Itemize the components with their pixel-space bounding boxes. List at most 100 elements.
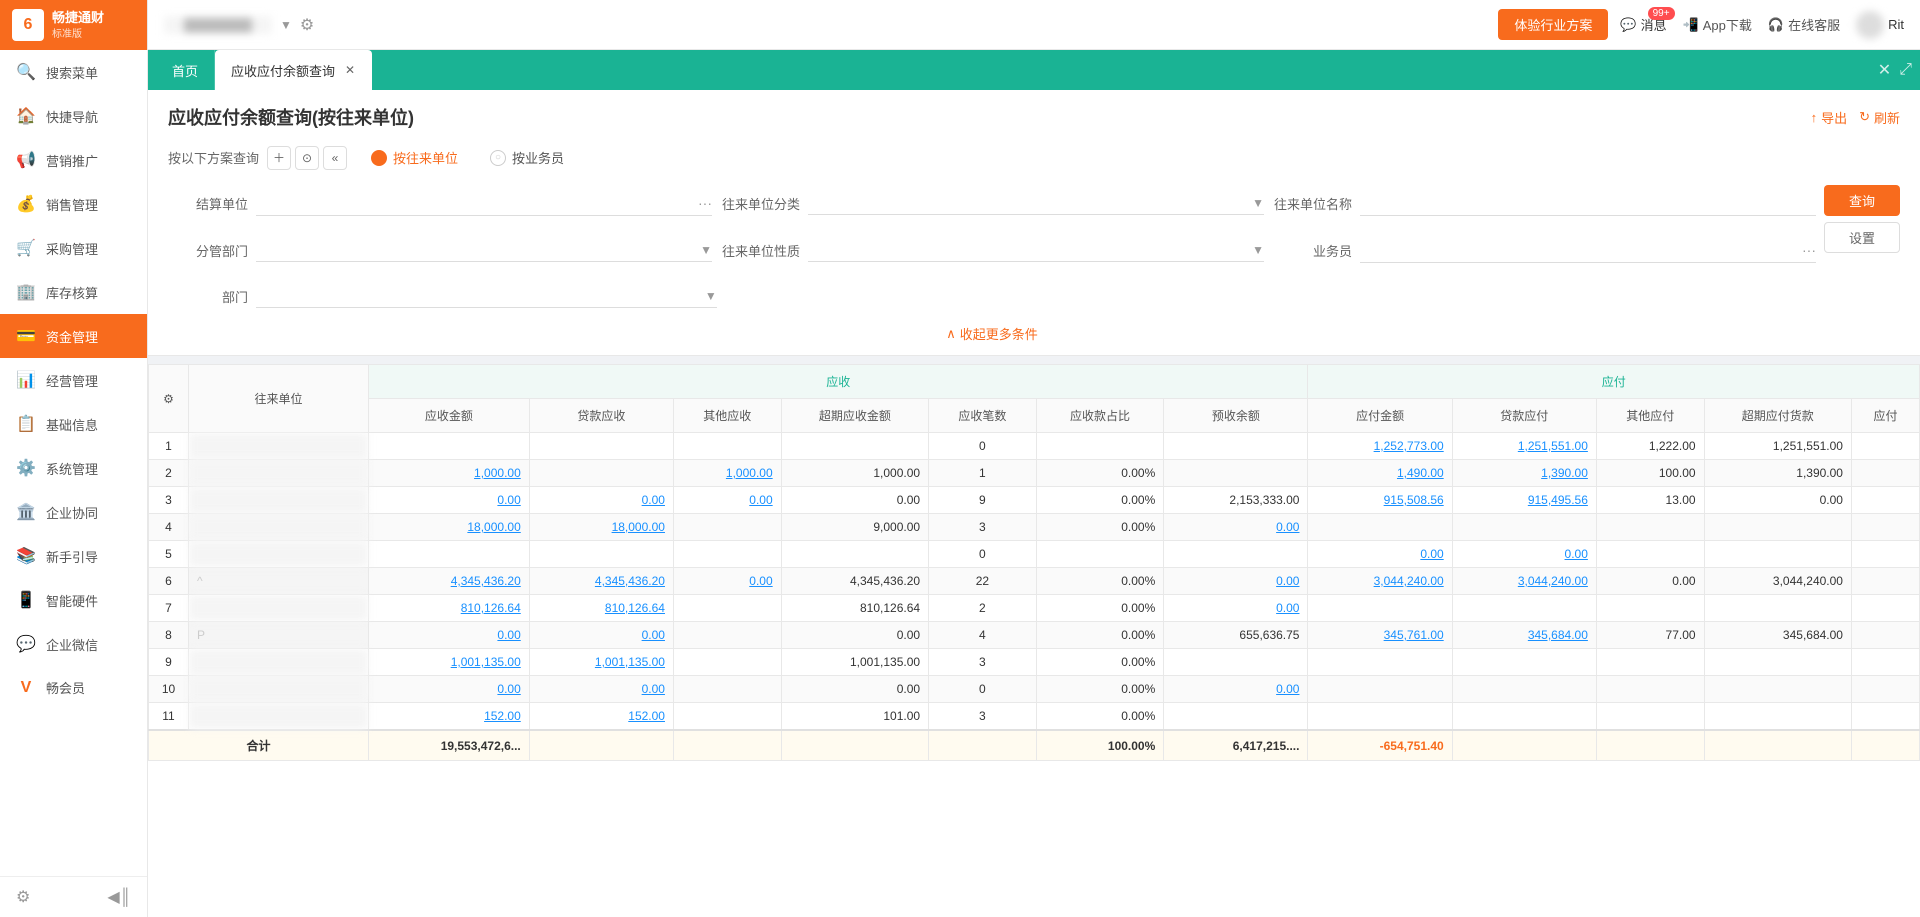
sidebar-label-search: 搜索菜单 [46,63,98,82]
table-row: 9 1,001,135.00 1,001,135.00 1,001,135.00… [149,649,1920,676]
user-name: Rit [1888,17,1904,32]
col-ar-other: 其他应收 [673,399,781,433]
col-ar-prepaid: 预收余额 [1164,399,1308,433]
dept-manager-input[interactable]: ▼ [256,239,712,262]
search-icon: 🔍 [16,62,36,82]
salesman-label: 业务员 [1272,241,1352,260]
dept-input[interactable]: ▼ [256,285,717,308]
row-unit [189,595,369,622]
footer-ar-count [929,730,1037,761]
topbar-right: 💬 消息 99+ 📲 App下载 🎧 在线客服 Rit [1620,11,1904,39]
tab-receivable-query[interactable]: 应收应付余额查询 ✕ [215,50,372,90]
export-icon: ↑ [1811,110,1818,125]
row-num: 10 [149,676,189,703]
sidebar-item-quick-nav[interactable]: 🏠 快捷导航 [0,94,147,138]
setting-button[interactable]: 设置 [1824,222,1900,253]
tab-home[interactable]: 首页 [156,50,215,90]
row-ap-amount [1308,703,1452,731]
unit-category-input[interactable]: ▼ [808,192,1264,215]
table-wrap[interactable]: ⚙ 往来单位 应收 应付 应收金额 贷款应收 其他应收 超期应收金额 应收笔数 … [148,364,1920,917]
chevron-down-icon[interactable]: ▼ [280,18,292,32]
chevron-down-icon-dept2: ▼ [705,289,717,303]
col-group-receivable: 应收 [369,365,1308,399]
gear-icon[interactable]: ⚙ [300,15,314,35]
row-ap-amount [1308,595,1452,622]
row-unit [189,487,369,514]
app-download-button[interactable]: 📲 App下载 [1683,15,1752,34]
export-button[interactable]: ↑ 导出 [1811,108,1848,127]
edit-scheme-button[interactable]: ⊙ [295,146,319,170]
collapse-scheme-button[interactable]: « [323,146,347,170]
dots-icon: ··· [698,195,712,211]
table-row: 10 0.00 0.00 0.00 0 0.00% 0.00 [149,676,1920,703]
page-title: 应收应付余额查询(按往来单位) [168,104,414,130]
row-ap-loan: 0.00 [1452,541,1596,568]
row-ap-overdue [1704,649,1851,676]
unit-nature-input[interactable]: ▼ [808,239,1264,262]
row-ap-other [1596,541,1704,568]
collapse-icon[interactable]: ◀║ [107,887,131,907]
sidebar-item-guide[interactable]: 📚 新手引导 [0,534,147,578]
messages-button[interactable]: 💬 消息 99+ [1620,15,1666,34]
sidebar-item-search-menu[interactable]: 🔍 搜索菜单 [0,50,147,94]
sidebar-item-sales[interactable]: 💰 销售管理 [0,182,147,226]
col-ap-extra: 应付 [1851,399,1919,433]
dept-manager-label: 分管部门 [168,241,248,260]
online-service-button[interactable]: 🎧 在线客服 [1768,15,1840,34]
table-footer-row: 合计 19,553,472,6... 100.00% 6,417,215....… [149,730,1920,761]
query-button[interactable]: 查询 [1824,185,1900,216]
sidebar-item-enterprise[interactable]: 🏛️ 企业协同 [0,490,147,534]
sidebar-item-marketing[interactable]: 📢 营销推广 [0,138,147,182]
filter-salesman: 业务员 ··· [1272,232,1816,269]
row-ar-loan: 152.00 [529,703,673,731]
row-ar-ratio: 0.00% [1036,595,1164,622]
sidebar-item-enterprise-wechat[interactable]: 💬 企业微信 [0,622,147,666]
row-ap-extra [1851,568,1919,595]
filter-fields-container: 结算单位 ··· 往来单位分类 ▼ 往来单位名称 [168,185,1900,343]
row-ar-other [673,703,781,731]
sidebar-item-inventory[interactable]: 🏢 库存核算 [0,270,147,314]
row-ar-overdue: 1,000.00 [781,460,928,487]
row-ap-other: 13.00 [1596,487,1704,514]
tab-close-icon[interactable]: ✕ [345,63,355,77]
sidebar-item-capital[interactable]: 💳 资金管理 [0,314,147,358]
expand-window-icon[interactable]: ⤢ [1899,61,1912,79]
settlement-unit-input[interactable]: ··· [256,191,712,216]
footer-ar-loan [529,730,673,761]
sidebar-label-quicknav: 快捷导航 [46,107,98,126]
add-scheme-button[interactable]: ＋ [267,146,291,170]
row-ar-count: 4 [929,622,1037,649]
row-ap-other [1596,649,1704,676]
settings-bottom-icon[interactable]: ⚙ [16,887,30,907]
user-profile[interactable]: Rit [1856,11,1904,39]
sidebar-item-operations[interactable]: 📊 经营管理 [0,358,147,402]
footer-ar-other [673,730,781,761]
sidebar-item-basic-info[interactable]: 📋 基础信息 [0,402,147,446]
table-row: 4 18,000.00 18,000.00 9,000.00 3 0.00% 0… [149,514,1920,541]
sidebar-item-purchase[interactable]: 🛒 采购管理 [0,226,147,270]
vip-icon: V [16,679,36,697]
sidebar-item-system[interactable]: ⚙️ 系统管理 [0,446,147,490]
close-window-icon[interactable]: ✕ [1878,60,1891,80]
sidebar-item-vip[interactable]: V 畅会员 [0,666,147,709]
row-ap-overdue [1704,676,1851,703]
filter-nav-by-salesman[interactable]: ○ 按业务员 [474,142,580,173]
row-ar-ratio: 0.00% [1036,514,1164,541]
salesman-dots-icon: ··· [1802,242,1816,258]
salesman-input[interactable]: ··· [1360,238,1816,263]
row-ar-count: 9 [929,487,1037,514]
row-ar-other: 0.00 [673,568,781,595]
row-ar-prepaid: 0.00 [1164,676,1308,703]
collapse-filter-button[interactable]: ∧ 收起更多条件 [168,324,1816,343]
col-ar-amount: 应收金额 [369,399,530,433]
filter-nav-by-unit[interactable]: ↻ 按往来单位 [355,142,474,173]
refresh-button[interactable]: ↻ 刷新 [1859,108,1900,127]
sidebar-logo: 6 畅捷通财 标准版 [0,0,147,50]
col-gear[interactable]: ⚙ [149,365,189,433]
solution-button[interactable]: 体验行业方案 [1498,9,1608,40]
sidebar-item-smart-hardware[interactable]: 📱 智能硬件 [0,578,147,622]
row-ap-amount [1308,514,1452,541]
row-ar-prepaid: 0.00 [1164,568,1308,595]
row-ap-amount [1308,649,1452,676]
unit-name-input[interactable] [1360,192,1816,216]
